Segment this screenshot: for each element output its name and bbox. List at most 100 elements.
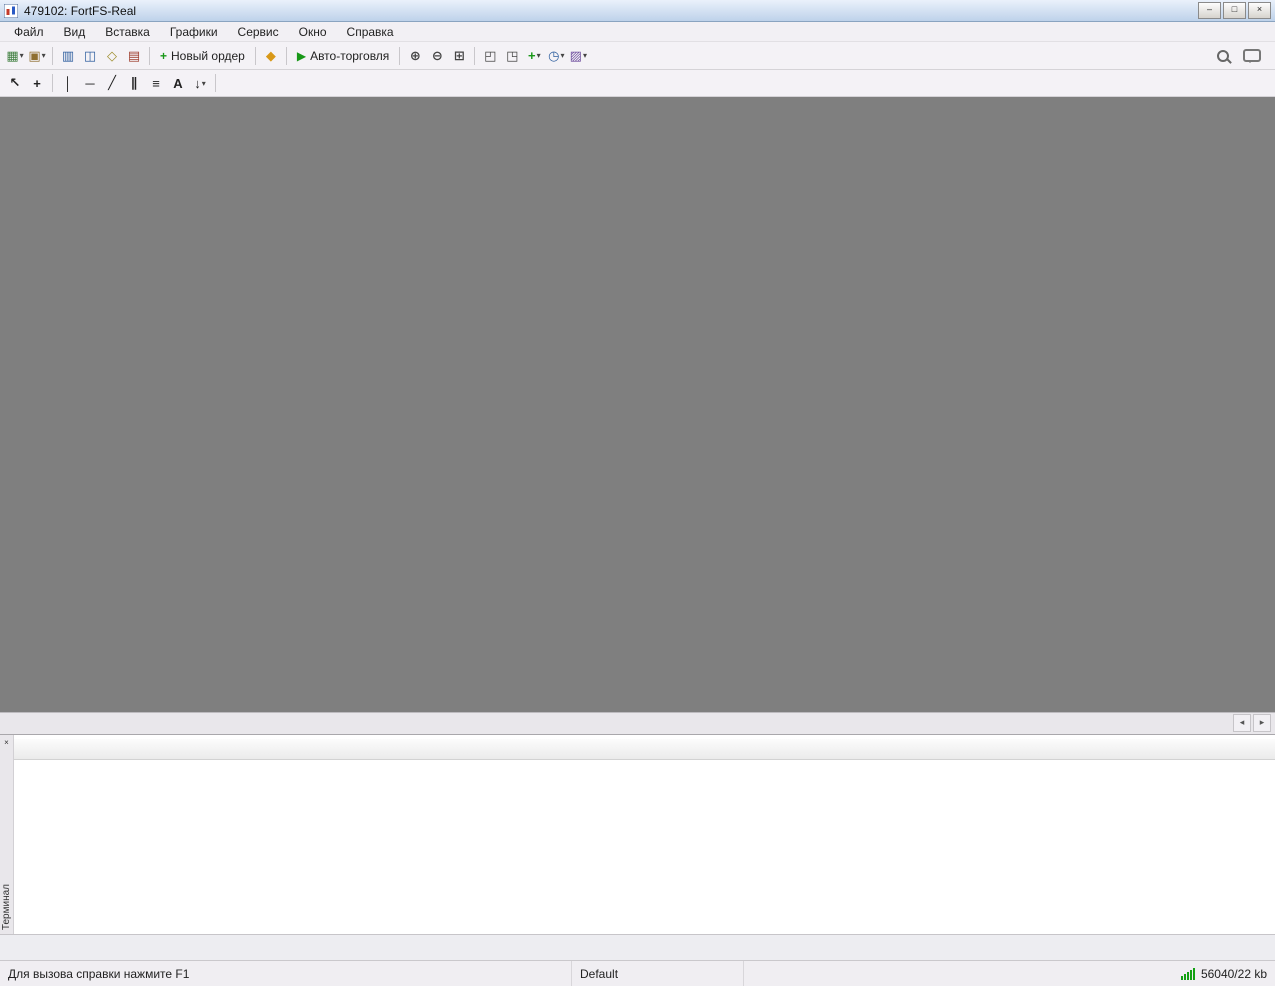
app-titlebar[interactable]: 479102: FortFS-Real – □ × (0, 0, 1275, 22)
profiles-icon[interactable]: ▣ ▾ (27, 46, 47, 66)
dropdown-arrow-icon: ▾ (41, 51, 46, 60)
toolbar-separator (52, 46, 53, 65)
status-profile[interactable]: Default (572, 961, 744, 986)
window-minimize-button[interactable]: – (1198, 2, 1221, 19)
history-table (13, 739, 1275, 760)
status-traffic: 56040/22 kb (1173, 961, 1275, 986)
history-table-header (13, 739, 1275, 760)
new-chart-icon[interactable]: ▦ ▾ (5, 46, 25, 66)
toolbar-separator (215, 74, 216, 92)
new-order-button[interactable]: + Новый ордер (154, 47, 251, 65)
equidistant-channel-icon[interactable]: ∥ (124, 73, 144, 93)
toolbar-separator (52, 74, 53, 92)
terminal-side-strip: × Терминал (0, 735, 14, 934)
indicators-icon-glyph: + (528, 48, 536, 63)
cursor-icon-glyph: ↖ (9, 75, 21, 90)
status-filler (744, 961, 1173, 986)
traffic-bars-icon (1180, 967, 1195, 980)
profiles-icon-glyph: ▣ (28, 47, 41, 63)
terminal-tabs (0, 934, 1275, 960)
terminal-side-label: Терминал (1, 883, 12, 930)
menu-item-4[interactable]: Сервис (228, 23, 289, 41)
menu-bar: Файл Вид Вставка Графики Сервис Окно Справка (0, 22, 1275, 42)
crosshair-icon[interactable]: + (27, 73, 47, 93)
cascade-windows-icon[interactable]: ◰ (480, 46, 500, 66)
chat-icon[interactable] (1243, 49, 1261, 63)
menu-item-3[interactable]: Графики (160, 23, 228, 41)
data-window-icon-glyph: ◫ (83, 47, 97, 63)
menu-item-2[interactable]: Вставка (95, 23, 160, 41)
data-window-icon[interactable]: ◫ (80, 46, 100, 66)
arrows-icon-glyph: ↓ (194, 75, 201, 91)
app-icon (4, 3, 18, 18)
fibonacci-icon-glyph: ≡ (152, 75, 160, 91)
cursor-icon[interactable]: ↖ (5, 73, 25, 93)
horizontal-line-icon[interactable]: ─ (80, 73, 100, 93)
equidistant-channel-icon-glyph: ∥ (130, 75, 138, 90)
periods-icon[interactable]: ◷ ▾ (546, 46, 566, 66)
toolbar-right-icons (1217, 49, 1261, 63)
dropdown-arrow-icon: ▾ (536, 51, 541, 60)
crosshair-icon-glyph: + (33, 75, 41, 91)
zoom-in-icon[interactable]: ⊕ (405, 46, 425, 66)
status-bar: Для вызова справки нажмите F1 Default 56… (0, 960, 1275, 986)
menu-item-6[interactable]: Справка (337, 23, 404, 41)
templates-icon[interactable]: ▨ ▾ (568, 46, 588, 66)
trendline-icon-glyph: ╱ (108, 75, 116, 90)
toolbar-main-items: ▦ ▾ ▣ ▾ ▥ ◫ ◇ ▤ + Новый ордер ◆ ▶ Авто-торговля ⊕ ⊖ ⊞ ◰ ◳… (4, 46, 589, 66)
periods-icon-glyph: ◷ (548, 47, 560, 63)
status-help-text: Для вызова справки нажмите F1 (0, 961, 572, 986)
text-label-icon-glyph: A (173, 75, 183, 91)
navigator-icon[interactable]: ◇ (102, 46, 122, 66)
toolbar-tools: ↖ + │ ─ ╱ ∥ ≡ A ↓ ▾ (0, 70, 1275, 97)
traffic-counter: 56040/22 kb (1200, 966, 1267, 981)
market-watch-icon-glyph: ▥ (61, 47, 75, 63)
menu-item-1[interactable]: Вид (54, 23, 96, 41)
chart-tabsbar: ◂ ▸ (0, 712, 1275, 734)
window-maximize-button[interactable]: □ (1223, 2, 1246, 19)
autotrading-icon: ▶ (296, 48, 307, 63)
vertical-line-icon[interactable]: │ (58, 73, 78, 93)
horizontal-line-icon-glyph: ─ (85, 75, 95, 91)
tile-windows-icon[interactable]: ⊞ (449, 46, 469, 66)
cascade-windows-icon-glyph: ◰ (484, 47, 497, 63)
zoom-out-icon-glyph: ⊖ (431, 47, 443, 63)
templates-icon-glyph: ▨ (569, 47, 582, 63)
arrows-icon[interactable]: ↓ ▾ (190, 73, 210, 93)
metaeditor-icon[interactable]: ◆ (261, 46, 281, 66)
toolbar-separator (254, 46, 256, 65)
arrange-windows-icon-glyph: ◳ (506, 47, 519, 63)
arrange-windows-icon[interactable]: ◳ (502, 46, 522, 66)
dropdown-arrow-icon: ▾ (560, 51, 565, 60)
tab-scroll-right-icon[interactable]: ▸ (1253, 714, 1271, 732)
terminal-panel-icon[interactable]: ▤ (124, 46, 144, 66)
terminal-close-icon[interactable]: × (1, 738, 12, 749)
terminal-panel-icon-glyph: ▤ (127, 47, 141, 63)
new-order-icon: + (160, 48, 168, 63)
vertical-line-icon-glyph: │ (63, 75, 73, 91)
autotrading-button[interactable]: ▶ Авто-торговля (291, 47, 395, 65)
menu-item-5[interactable]: Окно (289, 23, 337, 41)
trendline-icon[interactable]: ╱ (102, 73, 122, 93)
window-close-button[interactable]: × (1248, 2, 1271, 19)
search-icon[interactable] (1217, 49, 1229, 62)
menu-item-0[interactable]: Файл (4, 23, 54, 41)
zoom-in-icon-glyph: ⊕ (409, 47, 421, 63)
autotrading-button-label: Авто-торговля (310, 48, 390, 63)
new-order-button-label: Новый ордер (171, 48, 245, 63)
toolbar-separator (149, 46, 150, 65)
market-watch-icon[interactable]: ▥ (58, 46, 78, 66)
tile-windows-icon-glyph: ⊞ (453, 47, 465, 63)
toolbar-separator (399, 46, 401, 65)
indicators-icon[interactable]: + ▾ (524, 46, 544, 66)
text-label-icon[interactable]: A (168, 73, 188, 93)
toolbar-separator (474, 46, 476, 65)
tab-scroll-left-icon[interactable]: ◂ (1233, 714, 1251, 732)
zoom-out-icon[interactable]: ⊖ (427, 46, 447, 66)
toolbar-separator (285, 46, 287, 65)
dropdown-arrow-icon: ▾ (582, 51, 587, 60)
fibonacci-icon[interactable]: ≡ (146, 73, 166, 93)
window-title: 479102: FortFS-Real (24, 3, 137, 18)
new-chart-icon-glyph: ▦ (6, 47, 19, 63)
metaeditor-icon-glyph: ◆ (265, 47, 276, 63)
